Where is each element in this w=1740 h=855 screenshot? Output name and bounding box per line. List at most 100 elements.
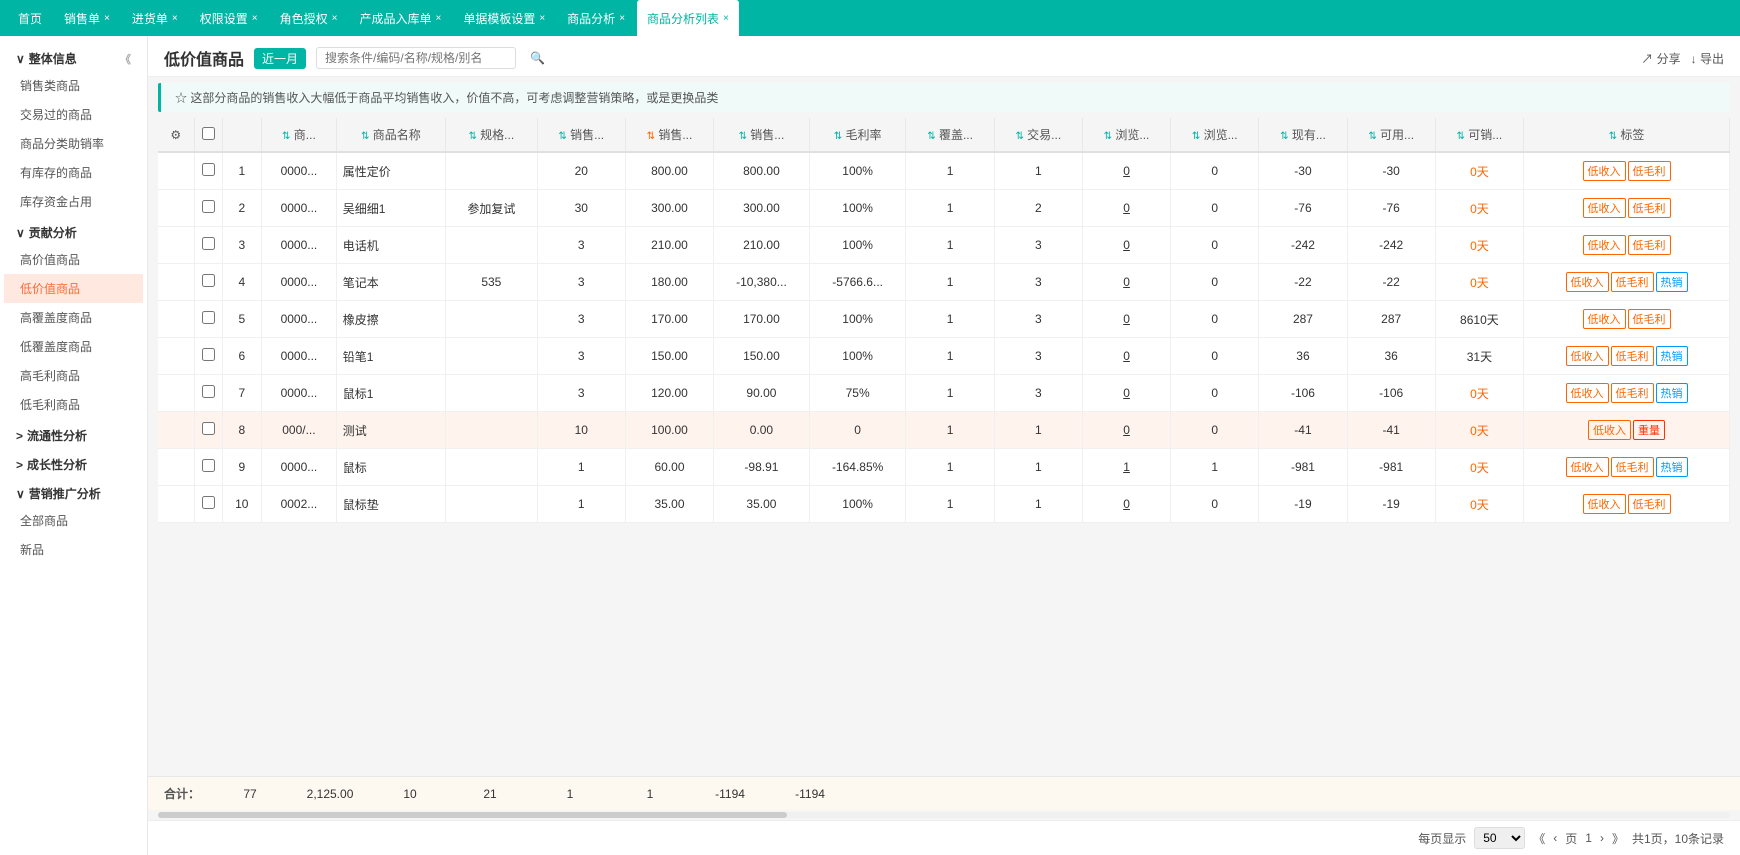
close-icon[interactable]: ×	[723, 13, 729, 24]
close-icon[interactable]: ×	[252, 13, 258, 24]
close-icon[interactable]: ×	[332, 13, 338, 24]
nav-product-analysis[interactable]: 商品分析 ×	[557, 0, 635, 36]
close-icon[interactable]: ×	[539, 13, 545, 24]
scroll-thumb[interactable]	[158, 812, 787, 818]
close-icon[interactable]: ×	[104, 13, 110, 24]
sidebar-item-inventory-capital[interactable]: 库存资金占用	[4, 187, 143, 216]
cell-checkbox[interactable]	[194, 449, 222, 486]
prev-btn[interactable]: ‹	[1553, 831, 1557, 845]
sidebar-item-inventory-products[interactable]: 有库存的商品	[4, 158, 143, 187]
cell-views1[interactable]: 0	[1082, 338, 1170, 375]
nav-roles[interactable]: 角色授权 ×	[270, 0, 348, 36]
sidebar-item-high-margin[interactable]: 高毛利商品	[4, 361, 143, 390]
row-checkbox[interactable]	[202, 200, 215, 213]
row-checkbox[interactable]	[202, 274, 215, 287]
sidebar-group-overall[interactable]: ∨ 整体信息 《	[4, 42, 143, 71]
col-sales-amt1[interactable]: ⇅ 销售...	[625, 118, 713, 152]
nav-product-analysis-list[interactable]: 商品分析列表 ×	[637, 0, 739, 36]
cell-checkbox[interactable]	[194, 412, 222, 449]
col-avail[interactable]: ⇅ 可用...	[1347, 118, 1435, 152]
cell-checkbox[interactable]	[194, 227, 222, 264]
next-btn[interactable]: ›	[1600, 831, 1604, 845]
sidebar-item-category-rate[interactable]: 商品分类助销率	[4, 129, 143, 158]
row-checkbox[interactable]	[202, 348, 215, 361]
cell-views1[interactable]: 0	[1082, 227, 1170, 264]
row-checkbox[interactable]	[202, 422, 215, 435]
row-checkbox[interactable]	[202, 311, 215, 324]
scroll-track[interactable]	[158, 812, 1730, 818]
col-checkbox[interactable]	[194, 118, 222, 152]
close-icon[interactable]: ×	[172, 13, 178, 24]
col-stock[interactable]: ⇅ 现有...	[1259, 118, 1347, 152]
sidebar-item-low-coverage[interactable]: 低覆盖度商品	[4, 332, 143, 361]
cell-views1[interactable]: 0	[1082, 190, 1170, 227]
nav-product-in[interactable]: 产成品入库单 ×	[349, 0, 451, 36]
cell-views1[interactable]: 0	[1082, 486, 1170, 523]
sidebar-item-sales-products[interactable]: 销售类商品	[4, 71, 143, 100]
col-sales-qty[interactable]: ⇅ 销售...	[537, 118, 625, 152]
table-container[interactable]: ⚙ ⇅ 商... ⇅ 商品名称 ⇅ 规格... ⇅ 销售... ⇅ 销售... …	[148, 118, 1740, 776]
select-all-checkbox[interactable]	[202, 127, 215, 140]
nav-template-settings[interactable]: 单据模板设置 ×	[453, 0, 555, 36]
sidebar-item-high-value[interactable]: 高价值商品	[4, 245, 143, 274]
cell-views1[interactable]: 0	[1082, 375, 1170, 412]
col-code[interactable]: ⇅ 商...	[262, 118, 337, 152]
cell-checkbox[interactable]	[194, 190, 222, 227]
nav-sales-order[interactable]: 销售单 ×	[54, 0, 120, 36]
nav-purchase[interactable]: 进货单 ×	[122, 0, 188, 36]
sidebar-group-liquidity[interactable]: > 流通性分析	[4, 419, 143, 448]
export-button[interactable]: ↓ 导出	[1691, 50, 1724, 67]
close-icon[interactable]: ×	[619, 13, 625, 24]
cell-checkbox[interactable]	[194, 264, 222, 301]
row-checkbox[interactable]	[202, 385, 215, 398]
sidebar-group-contribution[interactable]: ∨ 贡献分析	[4, 216, 143, 245]
row-checkbox[interactable]	[202, 459, 215, 472]
sidebar-item-traded-products[interactable]: 交易过的商品	[4, 100, 143, 129]
prev-page-btn[interactable]: 《	[1533, 830, 1545, 847]
cell-checkbox[interactable]	[194, 486, 222, 523]
sidebar-item-low-margin[interactable]: 低毛利商品	[4, 390, 143, 419]
close-icon[interactable]: ×	[435, 13, 441, 24]
sidebar-item-high-coverage[interactable]: 高覆盖度商品	[4, 303, 143, 332]
nav-home[interactable]: 首页	[8, 0, 52, 36]
col-spec[interactable]: ⇅ 规格...	[446, 118, 538, 152]
sidebar-item-new-products[interactable]: 新品	[4, 535, 143, 564]
col-coverage[interactable]: ⇅ 覆盖...	[906, 118, 994, 152]
period-button[interactable]: 近一月	[254, 48, 306, 69]
next-page-btn[interactable]: 》	[1612, 830, 1624, 847]
cell-tags: 低收入低毛利	[1524, 152, 1730, 190]
sidebar-group-growth[interactable]: > 成长性分析	[4, 448, 143, 477]
sidebar-item-all-products[interactable]: 全部商品	[4, 506, 143, 535]
collapse-icon[interactable]: 《	[120, 51, 131, 67]
cell-checkbox[interactable]	[194, 301, 222, 338]
col-trades[interactable]: ⇅ 交易...	[994, 118, 1082, 152]
search-icon[interactable]: 🔍	[530, 51, 545, 65]
cell-checkbox[interactable]	[194, 152, 222, 190]
col-settings[interactable]: ⚙	[158, 118, 194, 152]
cell-checkbox[interactable]	[194, 338, 222, 375]
col-views1[interactable]: ⇅ 浏览...	[1082, 118, 1170, 152]
cell-views1[interactable]: 0	[1082, 152, 1170, 190]
col-days[interactable]: ⇅ 可销...	[1435, 118, 1523, 152]
col-sales-amt2[interactable]: ⇅ 销售...	[714, 118, 810, 152]
share-button[interactable]: ↗ 分享	[1641, 50, 1680, 67]
cell-views1[interactable]: 0	[1082, 412, 1170, 449]
col-name[interactable]: ⇅ 商品名称	[336, 118, 445, 152]
cell-views1[interactable]: 0	[1082, 264, 1170, 301]
cell-checkbox[interactable]	[194, 375, 222, 412]
row-checkbox[interactable]	[202, 163, 215, 176]
tag: 低收入	[1588, 420, 1631, 440]
col-gross-rate[interactable]: ⇅ 毛利率	[809, 118, 906, 152]
cell-views1[interactable]: 1	[1082, 449, 1170, 486]
sidebar-item-low-value[interactable]: 低价值商品	[4, 274, 143, 303]
nav-permissions[interactable]: 权限设置 ×	[190, 0, 268, 36]
row-checkbox[interactable]	[202, 237, 215, 250]
cell-views1[interactable]: 0	[1082, 301, 1170, 338]
per-page-select[interactable]: 50 100 200	[1474, 827, 1525, 849]
col-views2[interactable]: ⇅ 浏览...	[1171, 118, 1259, 152]
sidebar-group-marketing[interactable]: ∨ 营销推广分析	[4, 477, 143, 506]
search-input[interactable]	[316, 47, 516, 69]
cell-name: 属性定价	[336, 152, 445, 190]
row-checkbox[interactable]	[202, 496, 215, 509]
col-tags[interactable]: ⇅ 标签	[1524, 118, 1730, 152]
